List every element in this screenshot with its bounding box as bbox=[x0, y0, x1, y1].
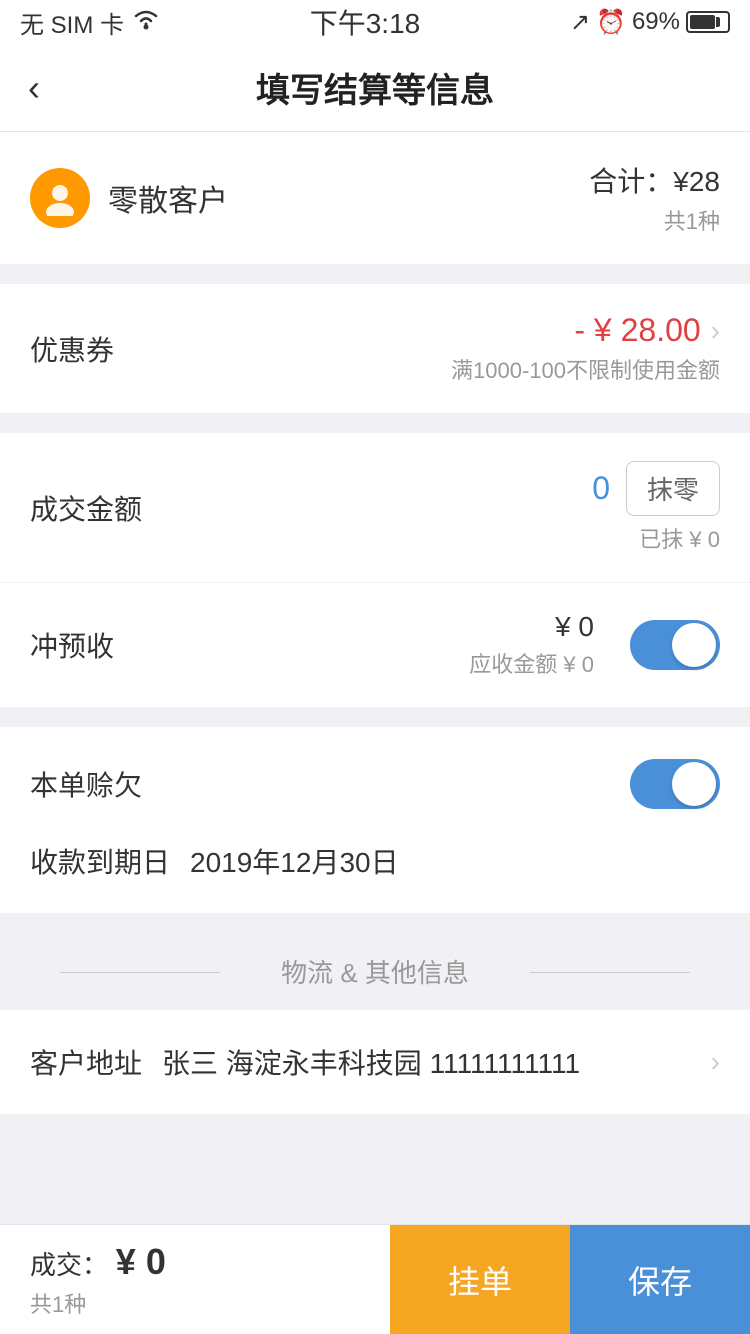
toggle-knob bbox=[672, 623, 716, 667]
content: 零散客户 合计：¥28 共1种 优惠券 - ¥ 28.00 › 满1000-10… bbox=[0, 132, 750, 1245]
prepay-amount: ¥ 0 bbox=[555, 611, 594, 643]
page-title: 填写结算等信息 bbox=[256, 63, 494, 112]
prepay-label: 冲预收 bbox=[30, 625, 150, 665]
address-label: 客户地址 bbox=[30, 1042, 142, 1082]
credit-label: 本单赊欠 bbox=[30, 764, 142, 804]
bottom-deal-label: 成交： bbox=[30, 1250, 108, 1280]
save-button[interactable]: 保存 bbox=[570, 1225, 750, 1334]
due-date-value: 2019年12月30日 bbox=[190, 841, 399, 881]
credit-toggle[interactable] bbox=[630, 759, 720, 809]
address-value: 张三 海淀永丰科技园 11111111111 bbox=[162, 1042, 711, 1082]
back-button[interactable]: ‹ bbox=[28, 67, 40, 109]
deal-input-row: 0 抹零 bbox=[570, 461, 720, 516]
total-amount: 合计：¥28 bbox=[589, 160, 720, 200]
coupon-label: 优惠券 bbox=[30, 329, 150, 369]
coupon-amount: - ¥ 28.00 bbox=[574, 312, 700, 349]
logistics-header-text: 物流 & 其他信息 bbox=[281, 958, 469, 988]
coupon-chevron-icon: › bbox=[711, 315, 720, 347]
deal-erased-text: 已抹 ¥ 0 bbox=[639, 522, 720, 554]
wifi-icon bbox=[132, 8, 160, 37]
deal-amount-right: 0 抹零 已抹 ¥ 0 bbox=[570, 461, 720, 554]
battery-percent: 69% bbox=[632, 8, 680, 36]
bottom-bar: 成交： ¥ 0 共1种 挂单 保存 bbox=[0, 1224, 750, 1334]
customer-left: 零散客户 bbox=[30, 168, 228, 228]
carrier-text: 无 SIM 卡 bbox=[20, 5, 124, 40]
coupon-row[interactable]: 优惠券 - ¥ 28.00 › 满1000-100不限制使用金额 bbox=[0, 284, 750, 413]
deal-amount-row: 成交金额 0 抹零 已抹 ¥ 0 bbox=[0, 433, 750, 583]
deal-amount-label: 成交金额 bbox=[30, 488, 150, 528]
gap-1 bbox=[0, 264, 750, 284]
total-count: 共1种 bbox=[589, 204, 720, 236]
deal-input[interactable]: 0 bbox=[570, 470, 610, 507]
bottom-deal-amount: ¥ 0 bbox=[116, 1241, 166, 1282]
prepay-receivable: 应收金额 ¥ 0 bbox=[469, 647, 594, 679]
location-icon: ↗ bbox=[570, 8, 590, 37]
credit-date-row: 收款到期日 2019年12月30日 bbox=[0, 841, 750, 913]
hold-button[interactable]: 挂单 bbox=[390, 1225, 570, 1334]
status-time: 下午3:18 bbox=[310, 2, 421, 42]
coupon-right: - ¥ 28.00 › 满1000-100不限制使用金额 bbox=[451, 312, 720, 385]
round-zero-button[interactable]: 抹零 bbox=[626, 461, 720, 516]
gap-3 bbox=[0, 707, 750, 727]
prepay-toggle[interactable] bbox=[630, 620, 720, 670]
coupon-desc: 满1000-100不限制使用金额 bbox=[451, 353, 720, 385]
due-date-label: 收款到期日 bbox=[30, 841, 170, 881]
prepay-row: 冲预收 ¥ 0 应收金额 ¥ 0 bbox=[0, 583, 750, 707]
prepay-right-group: ¥ 0 应收金额 ¥ 0 bbox=[469, 611, 720, 679]
bottom-count: 共1种 bbox=[30, 1287, 360, 1319]
customer-right: 合计：¥28 共1种 bbox=[589, 160, 720, 236]
status-left: 无 SIM 卡 bbox=[20, 5, 160, 40]
battery-icon bbox=[686, 11, 730, 33]
customer-avatar bbox=[30, 168, 90, 228]
bottom-summary: 成交： ¥ 0 共1种 bbox=[0, 1241, 390, 1319]
alarm-icon: ⏰ bbox=[596, 8, 626, 37]
credit-row: 本单赊欠 bbox=[0, 727, 750, 841]
customer-name: 零散客户 bbox=[108, 176, 228, 220]
prepay-values: ¥ 0 应收金额 ¥ 0 bbox=[469, 611, 594, 679]
credit-toggle-knob bbox=[672, 762, 716, 806]
gap-4 bbox=[0, 913, 750, 933]
gap-2 bbox=[0, 413, 750, 433]
customer-section: 零散客户 合计：¥28 共1种 bbox=[0, 132, 750, 264]
deal-section: 成交金额 0 抹零 已抹 ¥ 0 冲预收 ¥ 0 应收金额 ¥ 0 bbox=[0, 433, 750, 707]
status-bar: 无 SIM 卡 下午3:18 ↗ ⏰ 69% bbox=[0, 0, 750, 44]
credit-section: 本单赊欠 收款到期日 2019年12月30日 bbox=[0, 727, 750, 913]
status-right: ↗ ⏰ 69% bbox=[570, 8, 730, 37]
address-chevron-icon: › bbox=[711, 1046, 720, 1078]
logistics-header: 物流 & 其他信息 bbox=[0, 933, 750, 1010]
coupon-section: 优惠券 - ¥ 28.00 › 满1000-100不限制使用金额 bbox=[0, 284, 750, 413]
address-row[interactable]: 客户地址 张三 海淀永丰科技园 11111111111 › bbox=[0, 1010, 750, 1115]
bottom-deal-row: 成交： ¥ 0 bbox=[30, 1241, 360, 1283]
nav-bar: ‹ 填写结算等信息 bbox=[0, 44, 750, 132]
